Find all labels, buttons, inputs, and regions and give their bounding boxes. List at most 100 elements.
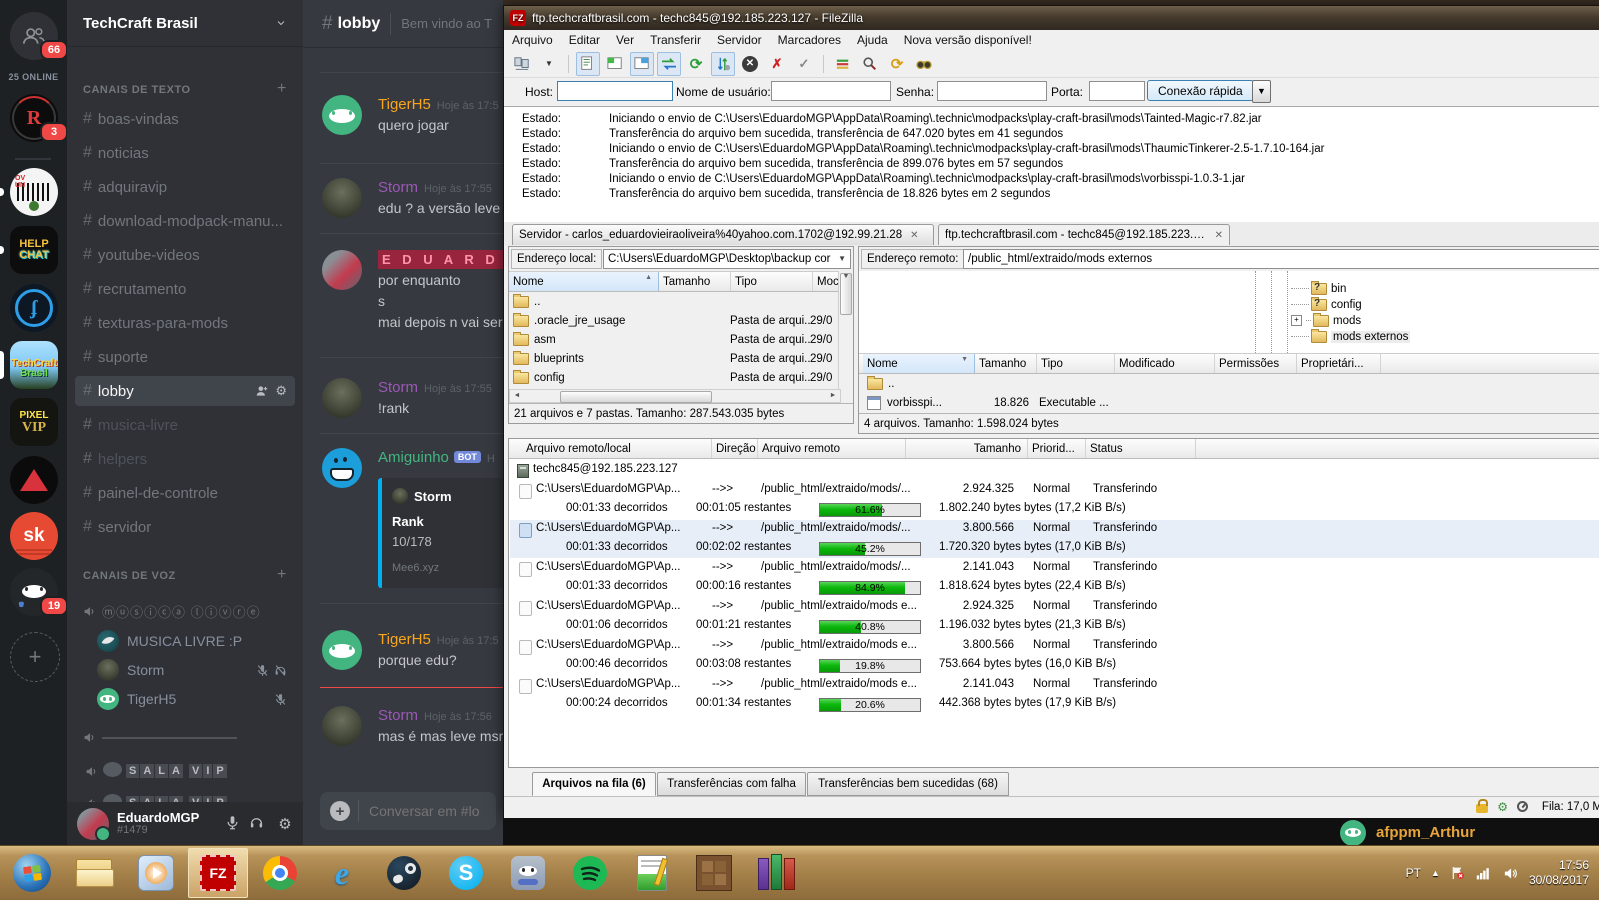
server-icon-techcraft[interactable]: TechCraft Brasil	[10, 341, 58, 389]
column-header-modificado[interactable]: Modificado	[1115, 354, 1215, 373]
local-file-row[interactable]: config Pasta de arqui... 29/0	[513, 369, 841, 387]
bottom-tab-failed[interactable]: Transferências com falha	[657, 772, 806, 796]
voice-user-tigerh5[interactable]: TigerH5	[97, 686, 293, 712]
column-header-tamanho[interactable]: Tamanho	[975, 354, 1037, 373]
password-input[interactable]	[937, 81, 1047, 101]
network-icon[interactable]	[1476, 866, 1492, 880]
avatar[interactable]	[322, 630, 362, 670]
find-files-icon[interactable]	[912, 52, 936, 76]
disconnect-icon[interactable]: ✗	[765, 52, 789, 76]
column-header-propriet-ri-[interactable]: Proprietári...	[1297, 354, 1381, 373]
add-server-button[interactable]: +	[10, 632, 60, 682]
taskbar-icon-discord[interactable]	[498, 848, 558, 898]
search-icon[interactable]	[858, 52, 882, 76]
menu-servidor[interactable]: Servidor	[709, 31, 770, 49]
menu-arquivo[interactable]: Arquivo	[504, 31, 561, 49]
column-header-moc[interactable]: Moc	[813, 272, 841, 291]
sidebar-channel-boas-vindas[interactable]: # boas-vindas	[75, 104, 295, 134]
taskbar-icon-explorer[interactable]	[64, 848, 124, 898]
menu-transferir[interactable]: Transferir	[642, 31, 709, 49]
speed-limit-icon[interactable]	[1517, 801, 1528, 812]
author-name[interactable]: Storm	[378, 707, 418, 724]
add-voice-channel-button[interactable]: +	[277, 567, 286, 583]
local-file-row[interactable]: .oracle_jre_usage Pasta de arqui... 29/0	[513, 312, 841, 330]
upload-plus-icon[interactable]: +	[330, 801, 350, 821]
server-icon-sk[interactable]: sk	[10, 512, 58, 560]
server-icon-barcode[interactable]: OV UN	[10, 168, 58, 216]
avatar[interactable]	[322, 178, 362, 218]
toggle-queue-icon[interactable]	[657, 51, 681, 76]
queue-column-dire-o[interactable]: Direção	[712, 439, 758, 458]
reconnect-icon[interactable]: ✓	[792, 52, 816, 76]
taskbar-icon-internet-explorer[interactable]: e	[312, 848, 372, 898]
avatar[interactable]	[322, 706, 362, 746]
local-vertical-scrollbar[interactable]: ▼	[838, 271, 853, 391]
remote-tree-item-config[interactable]: ? config	[1291, 296, 1362, 312]
clock[interactable]: 17:56 30/08/2017	[1529, 858, 1589, 888]
taskbar-icon-minecraft[interactable]	[684, 848, 744, 898]
menu-ajuda[interactable]: Ajuda	[849, 31, 896, 49]
language-indicator[interactable]: PT	[1406, 866, 1421, 880]
taskbar-icon-notes[interactable]	[622, 848, 682, 898]
menu-editar[interactable]: Editar	[561, 31, 608, 49]
sidebar-channel-download-modpack-manu-[interactable]: # download-modpack-manu...	[75, 206, 295, 236]
quickconnect-dropdown[interactable]: ▼	[1252, 80, 1271, 103]
sync-browse-icon[interactable]	[711, 51, 735, 76]
remote-tree-item-mods[interactable]: + mods	[1291, 312, 1361, 328]
server-icon-helpchat[interactable]: HELP CHAT	[10, 226, 58, 274]
remote-tree-item-mods-externos[interactable]: mods externos	[1291, 328, 1411, 344]
add-text-channel-button[interactable]: +	[277, 81, 286, 97]
tray-expand-icon[interactable]: ▲	[1431, 868, 1440, 878]
sidebar-channel-musica-livre[interactable]: # musica-livre	[75, 410, 295, 440]
taskbar-icon-media-player[interactable]	[126, 848, 186, 898]
column-header-tamanho[interactable]: Tamanho	[659, 272, 731, 291]
tree-expander-icon[interactable]: +	[1291, 315, 1302, 326]
taskbar-icon-spotify[interactable]	[560, 848, 620, 898]
toggle-local-tree-icon[interactable]	[603, 52, 627, 76]
voice-channel-sala-vip[interactable]: SALAVIP	[75, 756, 295, 786]
autotransfer-gear-icon[interactable]: ⚙	[1497, 800, 1508, 814]
mic-icon[interactable]	[225, 815, 249, 833]
local-address-combo[interactable]: C:\Users\EduardoMGP\Desktop\backup cor ▼	[603, 249, 851, 269]
bottom-tab-queue[interactable]: Arquivos na fila (6)	[532, 772, 656, 796]
avatar[interactable]	[322, 378, 362, 418]
sidebar-channel-noticias[interactable]: # noticias	[75, 138, 295, 168]
taskbar-icon-winrar[interactable]	[746, 848, 806, 898]
taskbar-icon-chrome[interactable]	[250, 848, 310, 898]
author-name[interactable]: Storm	[378, 379, 418, 396]
local-file-row[interactable]: ..	[513, 293, 841, 311]
window-titlebar[interactable]: FZ ftp.techcraftbrasil.com - techc845@19…	[504, 6, 1599, 30]
sidebar-channel-youtube-videos[interactable]: # youtube-videos	[75, 240, 295, 270]
queue-column-tamanho[interactable]: Tamanho	[906, 439, 1028, 458]
queue-column-priorid-[interactable]: Priorid...	[1028, 439, 1086, 458]
sidebar-channel-recrutamento[interactable]: # recrutamento	[75, 274, 295, 304]
avatar[interactable]	[322, 95, 362, 135]
remote-file-row[interactable]: ..	[867, 375, 1567, 393]
action-center-flag-icon[interactable]	[1450, 865, 1466, 881]
tab-close-icon[interactable]: ✕	[910, 230, 918, 241]
column-header-permiss-es[interactable]: Permissões	[1215, 354, 1297, 373]
menu-ver[interactable]: Ver	[608, 31, 642, 49]
username-input[interactable]	[771, 81, 891, 101]
remote-tree-item-bin[interactable]: ? bin	[1291, 280, 1346, 296]
quickconnect-button[interactable]: Conexão rápida	[1147, 80, 1254, 101]
host-input[interactable]	[557, 81, 673, 101]
connection-tab[interactable]: Servidor - carlos_eduardovieiraoliveira%…	[512, 224, 934, 245]
queue-column-arquivo-remoto-local[interactable]: Arquivo remoto/local	[522, 439, 712, 458]
server-icon-blue-f[interactable]: ʄ	[10, 284, 58, 332]
site-manager-icon[interactable]	[510, 52, 534, 76]
menu-marcadores[interactable]: Marcadores	[770, 31, 849, 49]
sidebar-channel-painel-de-controle[interactable]: # painel-de-controle	[75, 478, 295, 508]
avatar[interactable]	[322, 250, 362, 290]
chevron-down-icon[interactable]	[275, 17, 287, 29]
local-horizontal-scrollbar[interactable]: ◄ ►	[509, 389, 841, 403]
remote-file-row[interactable]: vorbisspi... 18.826 Executable ...	[867, 394, 1567, 412]
refresh-icon[interactable]: ⟳	[684, 52, 708, 76]
toggle-log-icon[interactable]	[576, 51, 600, 76]
sidebar-channel-lobby[interactable]: # lobby ⚙	[75, 376, 295, 406]
taskbar-icon-skype[interactable]: S	[436, 848, 496, 898]
avatar[interactable]	[322, 448, 362, 488]
lock-icon[interactable]	[1476, 799, 1488, 813]
site-manager-dropdown[interactable]: ▼	[537, 52, 561, 76]
tab-close-icon[interactable]: ✕	[1215, 230, 1223, 241]
